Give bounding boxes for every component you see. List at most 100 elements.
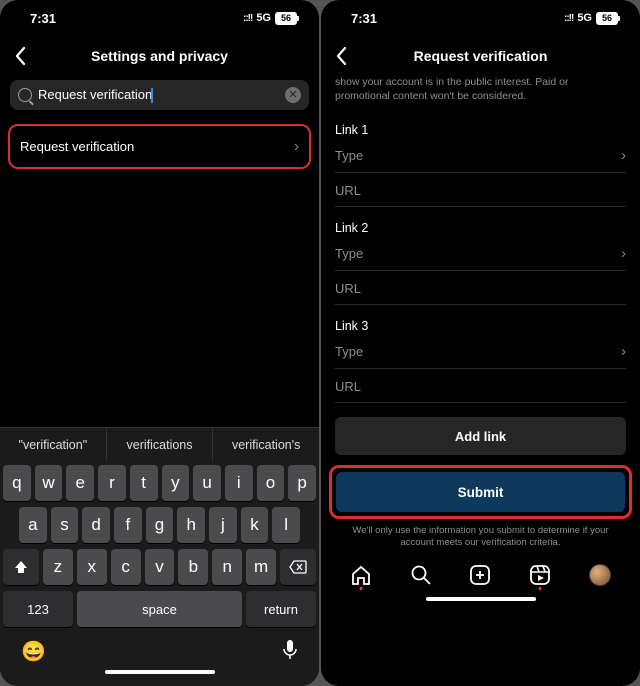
keyboard: q w e r t y u i o p a s d f g h j k l z: [0, 461, 319, 686]
disclaimer-text: We'll only use the information you submi…: [321, 519, 640, 549]
tab-create[interactable]: [469, 564, 491, 586]
tab-profile[interactable]: [589, 564, 611, 586]
key-f[interactable]: f: [114, 507, 142, 543]
suggestion-3[interactable]: verification's: [213, 428, 319, 461]
link-section-3: Link 3 Type › URL: [321, 305, 640, 403]
link-2-url-field[interactable]: URL: [335, 271, 626, 305]
notification-dot: [539, 587, 542, 590]
chevron-right-icon: ›: [621, 245, 626, 262]
tab-search[interactable]: [410, 564, 432, 586]
search-value: Request verification: [38, 87, 279, 103]
link-2-type-field[interactable]: Type ›: [335, 235, 626, 271]
status-right: ::!! 5G 56: [243, 12, 297, 25]
key-w[interactable]: w: [35, 465, 63, 501]
link-3-url-field[interactable]: URL: [335, 369, 626, 403]
battery-icon: 56: [596, 12, 618, 25]
chevron-right-icon: ›: [621, 147, 626, 164]
key-e[interactable]: e: [66, 465, 94, 501]
suggestion-2[interactable]: verifications: [107, 428, 214, 461]
signal-icon: ::!!: [564, 13, 573, 24]
keyboard-row-4: 123 space return: [3, 591, 316, 627]
page-title: Settings and privacy: [0, 48, 319, 64]
signal-icon: ::!!: [243, 13, 252, 24]
emoji-button[interactable]: 😄: [21, 639, 46, 664]
home-indicator[interactable]: [426, 597, 536, 601]
key-h[interactable]: h: [177, 507, 205, 543]
back-button[interactable]: [331, 47, 351, 65]
submit-highlight: Submit: [329, 465, 632, 519]
tab-reels[interactable]: [529, 564, 551, 586]
key-m[interactable]: m: [246, 549, 276, 585]
nav-header: Request verification: [321, 36, 640, 76]
status-right: ::!! 5G 56: [564, 12, 618, 25]
back-button[interactable]: [10, 47, 30, 65]
network-label: 5G: [577, 12, 592, 24]
key-s[interactable]: s: [51, 507, 79, 543]
home-indicator[interactable]: [105, 670, 215, 674]
key-d[interactable]: d: [82, 507, 110, 543]
search-result-request-verification[interactable]: Request verification ›: [8, 124, 311, 169]
key-space[interactable]: space: [77, 591, 242, 627]
key-x[interactable]: x: [77, 549, 107, 585]
key-o[interactable]: o: [257, 465, 285, 501]
keyboard-row-1: q w e r t y u i o p: [3, 465, 316, 501]
link-section-1: Link 1 Type › URL: [321, 109, 640, 207]
status-bar: 7:31 ::!! 5G 56: [0, 0, 319, 36]
key-t[interactable]: t: [130, 465, 158, 501]
request-verification-screen: 7:31 ::!! 5G 56 Request verification sho…: [321, 0, 640, 686]
status-time: 7:31: [351, 11, 377, 26]
link-1-label: Link 1: [335, 115, 626, 137]
key-j[interactable]: j: [209, 507, 237, 543]
chevron-right-icon: ›: [294, 138, 299, 155]
key-return[interactable]: return: [246, 591, 316, 627]
link-3-type-field[interactable]: Type ›: [335, 333, 626, 369]
key-u[interactable]: u: [193, 465, 221, 501]
key-g[interactable]: g: [146, 507, 174, 543]
avatar: [589, 564, 611, 586]
battery-icon: 56: [275, 12, 297, 25]
nav-header: Settings and privacy: [0, 36, 319, 76]
page-title: Request verification: [321, 48, 640, 64]
key-q[interactable]: q: [3, 465, 31, 501]
keyboard-bottom: 😄: [3, 633, 316, 666]
tab-bar: [321, 549, 640, 593]
search-input[interactable]: Request verification ✕: [10, 80, 309, 110]
result-label: Request verification: [20, 139, 134, 154]
key-c[interactable]: c: [111, 549, 141, 585]
tab-home[interactable]: [350, 564, 372, 586]
chevron-right-icon: ›: [621, 343, 626, 360]
key-b[interactable]: b: [178, 549, 208, 585]
submit-button[interactable]: Submit: [336, 472, 625, 512]
network-label: 5G: [256, 12, 271, 24]
key-p[interactable]: p: [288, 465, 316, 501]
search-icon: [18, 88, 32, 102]
key-n[interactable]: n: [212, 549, 242, 585]
clear-search-button[interactable]: ✕: [285, 87, 301, 103]
keyboard-row-3: z x c v b n m: [3, 549, 316, 585]
link-2-label: Link 2: [335, 213, 626, 235]
key-z[interactable]: z: [43, 549, 73, 585]
link-1-type-field[interactable]: Type ›: [335, 137, 626, 173]
keyboard-row-2: a s d f g h j k l: [3, 507, 316, 543]
add-link-button[interactable]: Add link: [335, 417, 626, 455]
status-time: 7:31: [30, 11, 56, 26]
helper-text: show your account is in the public inter…: [321, 76, 640, 109]
link-1-url-field[interactable]: URL: [335, 173, 626, 207]
key-l[interactable]: l: [272, 507, 300, 543]
keyboard-suggestions: "verification" verifications verificatio…: [0, 427, 319, 461]
key-a[interactable]: a: [19, 507, 47, 543]
key-backspace[interactable]: [280, 549, 316, 585]
status-bar: 7:31 ::!! 5G 56: [321, 0, 640, 36]
key-shift[interactable]: [3, 549, 39, 585]
links-form: Link 1 Type › URL Link 2 Type › URL Link…: [321, 109, 640, 403]
key-k[interactable]: k: [241, 507, 269, 543]
key-123[interactable]: 123: [3, 591, 73, 627]
key-v[interactable]: v: [145, 549, 175, 585]
dictation-button[interactable]: [282, 639, 298, 664]
key-r[interactable]: r: [98, 465, 126, 501]
key-y[interactable]: y: [162, 465, 190, 501]
key-i[interactable]: i: [225, 465, 253, 501]
suggestion-1[interactable]: "verification": [0, 428, 107, 461]
notification-dot: [359, 587, 362, 590]
link-section-2: Link 2 Type › URL: [321, 207, 640, 305]
